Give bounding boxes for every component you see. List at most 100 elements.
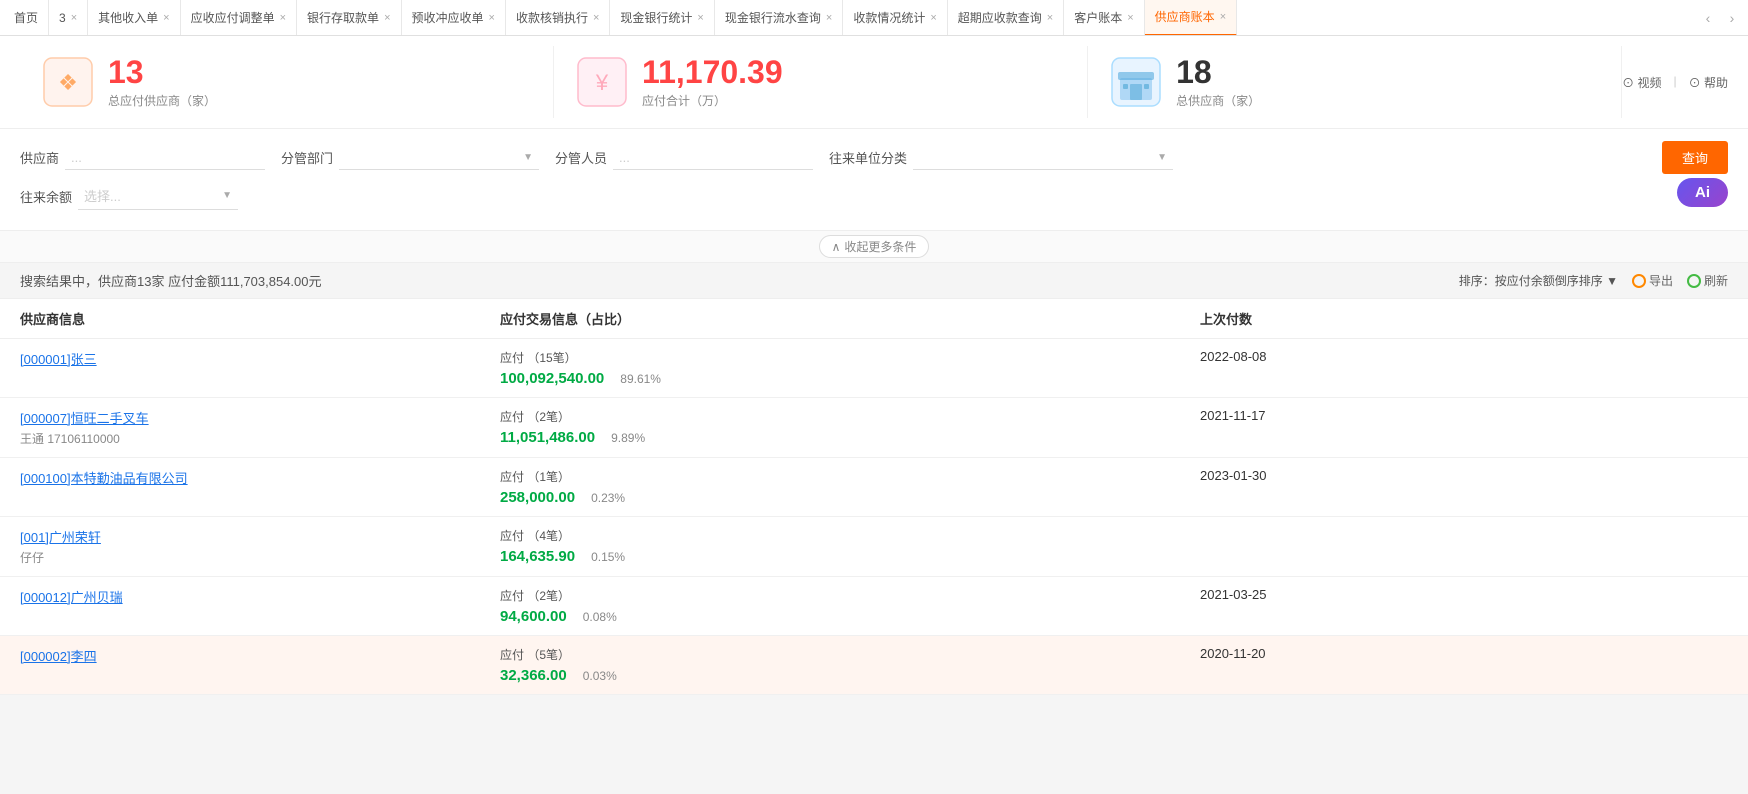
nav-tab-payment-verify[interactable]: 收款核销执行× — [506, 0, 610, 36]
video-link[interactable]: ⊙ 视频 — [1622, 74, 1661, 91]
unit-class-filter-label: 往来单位分类 — [829, 148, 907, 167]
dept-filter-label: 分管部门 — [281, 148, 333, 167]
person-filter-input[interactable] — [613, 146, 813, 170]
close-tab-supplier-ledger[interactable]: × — [1220, 11, 1226, 23]
result-bar: 搜索结果中，供应商13家 应付金额111,703,854.00元 排序：按应付余… — [0, 263, 1748, 299]
summary-card-ap-total: ¥ 11,170.39 应付合计（万） — [554, 46, 1088, 118]
ap-amount[interactable]: 94,600.00 — [500, 608, 567, 625]
close-tab-cash-bank-stat[interactable]: × — [697, 12, 703, 24]
top-navigation: 首页 3× 其他收入单× 应收应付调整单× 银行存取款单× 预收冲应收单× 收款… — [0, 0, 1748, 36]
supplier-info-cell: [000007]恒旺二手叉车王通 17106110000 — [0, 398, 480, 458]
sort-button[interactable]: 排序：按应付余额倒序排序 ▼ — [1459, 272, 1618, 289]
last-pay-date-cell: 2021-11-17 — [1180, 398, 1748, 458]
supplier-sub-info: 王通 17106110000 — [20, 430, 460, 447]
nav-tab-bank-deposit[interactable]: 银行存取款单× — [297, 0, 401, 36]
refresh-button[interactable]: 刷新 — [1687, 272, 1728, 289]
ap-info-cell: 应付 （2笔） 94,600.00 0.08% — [480, 577, 1180, 636]
ap-total-label: 应付合计（万） — [642, 92, 783, 109]
help-link[interactable]: ⊙ 帮助 — [1689, 74, 1728, 91]
ap-info-cell: 应付 （4笔） 164,635.90 0.15% — [480, 517, 1180, 577]
nav-tab-other-income[interactable]: 其他收入单× — [88, 0, 180, 36]
close-tab-other-income[interactable]: × — [163, 12, 169, 24]
close-tab-customer-ledger[interactable]: × — [1127, 12, 1133, 24]
dept-filter-select[interactable]: ▼ — [339, 146, 539, 170]
nav-tab-prepay-offset[interactable]: 预收冲应收单× — [402, 0, 506, 36]
close-tab-3[interactable]: × — [71, 12, 77, 24]
unit-class-chevron-icon: ▼ — [1157, 152, 1167, 163]
filter-row-2: 往来余额 选择... ▼ — [20, 182, 1728, 210]
table-row: [000002]李四应付 （5笔） 32,366.00 0.03% 2020-1… — [0, 636, 1748, 695]
ai-button[interactable]: Ai — [1677, 178, 1728, 207]
ap-amount[interactable]: 32,366.00 — [500, 667, 567, 684]
filter-balance: 往来余额 选择... ▼ — [20, 182, 238, 210]
collapse-button[interactable]: ∧ 收起更多条件 — [819, 235, 930, 258]
ap-count: 应付 （15笔） — [500, 349, 1160, 366]
last-pay-date-cell — [1180, 517, 1748, 577]
filter-bar: 供应商 分管部门 ▼ 分管人员 往来单位分类 ▼ 查询 往来余额 — [0, 129, 1748, 231]
supplier-link[interactable]: [000007]恒旺二手叉车 — [20, 411, 149, 426]
balance-chevron-icon: ▼ — [222, 190, 232, 201]
summary-text-suppliers: 13 总应付供应商（家） — [108, 56, 216, 109]
balance-filter-label: 往来余额 — [20, 187, 72, 206]
close-tab-receipt-stat[interactable]: × — [930, 12, 936, 24]
nav-arrow-right[interactable]: › — [1720, 0, 1744, 36]
table-header-row: 供应商信息 应付交易信息（占比） 上次付数 — [0, 299, 1748, 339]
result-actions: 排序：按应付余额倒序排序 ▼ 导出 刷新 — [1459, 272, 1728, 289]
supplier-info-cell: [001]广州荣轩仔仔 — [0, 517, 480, 577]
supplier-link[interactable]: [000012]广州贝瑞 — [20, 590, 123, 605]
dept-chevron-icon: ▼ — [523, 152, 533, 163]
nav-tab-supplier-ledger[interactable]: 供应商账本× — [1145, 0, 1237, 36]
supplier-link[interactable]: [001]广州荣轩 — [20, 530, 101, 545]
ap-icon: ¥ — [574, 54, 630, 110]
balance-filter-select[interactable]: 选择... ▼ — [78, 182, 238, 210]
supplier-info-cell: [000100]本特勤油品有限公司 — [0, 458, 480, 517]
close-tab-cash-bank-flow[interactable]: × — [826, 12, 832, 24]
ap-info-cell: 应付 （1笔） 258,000.00 0.23% — [480, 458, 1180, 517]
export-button[interactable]: 导出 — [1632, 272, 1673, 289]
total-ap-suppliers-label: 总应付供应商（家） — [108, 92, 216, 109]
summary-card-total-suppliers: 18 总供应商（家） — [1088, 46, 1622, 118]
table-row: [000007]恒旺二手叉车王通 17106110000 应付 （2笔） 11,0… — [0, 398, 1748, 458]
supplier-link[interactable]: [000001]张三 — [20, 352, 97, 367]
supplier-info-cell: [000001]张三 — [0, 339, 480, 398]
filter-supplier: 供应商 — [20, 146, 265, 170]
nav-tab-customer-ledger[interactable]: 客户账本× — [1064, 0, 1144, 36]
nav-tab-overdue-ar[interactable]: 超期应收款查询× — [948, 0, 1064, 36]
ap-percentage: 9.89% — [611, 431, 645, 445]
ap-count: 应付 （2笔） — [500, 408, 1160, 425]
col-header-ap-info: 应付交易信息（占比） — [480, 299, 1180, 339]
nav-tab-3[interactable]: 3× — [49, 0, 88, 36]
close-tab-prepay-offset[interactable]: × — [489, 12, 495, 24]
close-tab-overdue-ar[interactable]: × — [1047, 12, 1053, 24]
nav-tab-home[interactable]: 首页 — [4, 0, 49, 36]
close-tab-bank-deposit[interactable]: × — [384, 12, 390, 24]
nav-tab-receipt-stat[interactable]: 收款情况统计× — [843, 0, 947, 36]
supplier-link[interactable]: [000002]李四 — [20, 649, 97, 664]
nav-tab-cash-bank-stat[interactable]: 现金银行统计× — [610, 0, 714, 36]
supplier-filter-label: 供应商 — [20, 148, 59, 167]
ap-amount[interactable]: 164,635.90 — [500, 548, 575, 565]
ap-amount[interactable]: 100,092,540.00 — [500, 370, 604, 387]
person-filter-label: 分管人员 — [555, 148, 607, 167]
summary-text-total-suppliers: 18 总供应商（家） — [1176, 56, 1260, 109]
query-button[interactable]: 查询 — [1662, 141, 1728, 174]
total-ap-suppliers-number: 13 — [108, 56, 216, 88]
ap-amount[interactable]: 11,051,486.00 — [500, 429, 595, 446]
close-tab-ar-ap-adjust[interactable]: × — [280, 12, 286, 24]
nav-tab-ar-ap-adjust[interactable]: 应收应付调整单× — [181, 0, 297, 36]
ap-count: 应付 （2笔） — [500, 587, 1160, 604]
col-header-supplier: 供应商信息 — [0, 299, 480, 339]
ap-percentage: 89.61% — [620, 372, 661, 386]
ap-amount[interactable]: 258,000.00 — [500, 489, 575, 506]
nav-tab-cash-bank-flow[interactable]: 现金银行流水查询× — [715, 0, 843, 36]
unit-class-filter-select[interactable]: ▼ — [913, 146, 1173, 170]
ap-info-cell: 应付 （15笔） 100,092,540.00 89.61% — [480, 339, 1180, 398]
close-tab-payment-verify[interactable]: × — [593, 12, 599, 24]
summary-text-ap-total: 11,170.39 应付合计（万） — [642, 56, 783, 109]
refresh-icon — [1687, 274, 1701, 288]
supplier-filter-input[interactable] — [65, 146, 265, 170]
summary-bar: ❖ 13 总应付供应商（家） ¥ 11,170.39 应付合计（万） — [0, 36, 1748, 129]
ap-count: 应付 （1笔） — [500, 468, 1160, 485]
nav-arrow-left[interactable]: ‹ — [1696, 0, 1720, 36]
supplier-link[interactable]: [000100]本特勤油品有限公司 — [20, 471, 188, 486]
